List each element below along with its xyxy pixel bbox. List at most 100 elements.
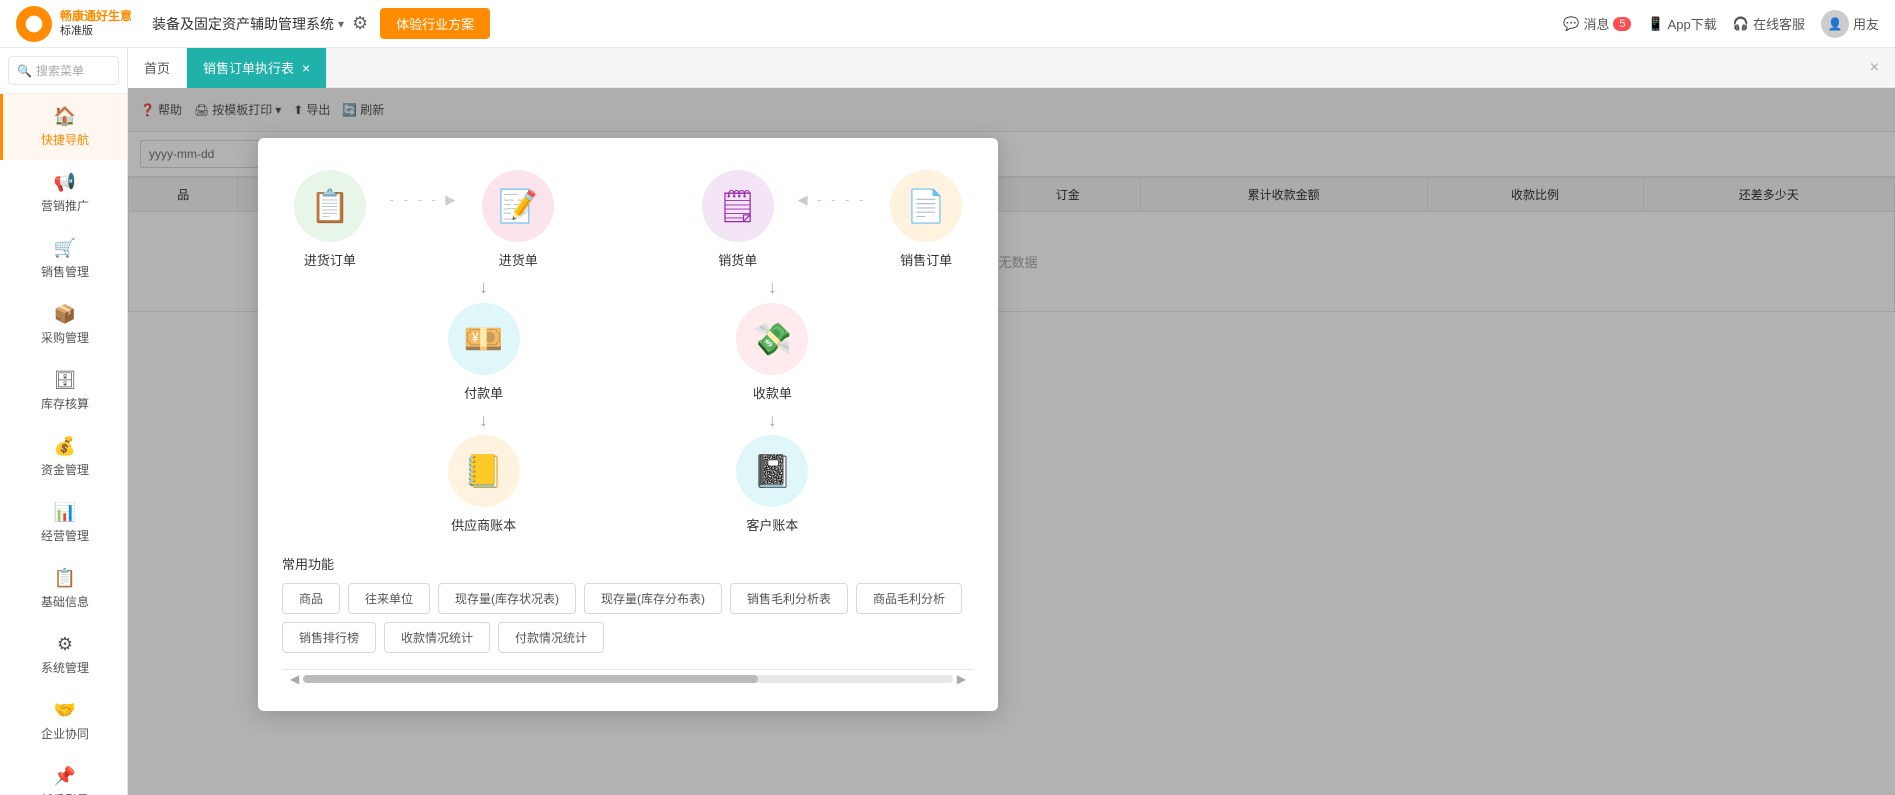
purchase-bill-icon: 📝 — [498, 187, 538, 225]
sidebar-icon-marketing: 📢 — [54, 172, 76, 193]
sidebar-item-finance[interactable]: 💰资金管理 — [0, 424, 127, 490]
receipt-bill-circle[interactable]: 💸 — [736, 303, 808, 375]
purchase-order-icon: 📋 — [310, 187, 350, 225]
sidebar-icon-newbie: 📌 — [54, 766, 76, 787]
sidebar-item-system[interactable]: ⚙系统管理 — [0, 622, 127, 688]
sidebar-item-operation[interactable]: 📊经营管理 — [0, 490, 127, 556]
sidebar-items: 🏠快捷导航📢营销推广🛒销售管理📦采购管理🗄库存核算💰资金管理📊经营管理📋基础信息… — [0, 94, 127, 795]
message-icon: 💬 — [1563, 16, 1579, 32]
user-profile-item[interactable]: 👤 用友 — [1821, 10, 1879, 38]
logo-area: 畅康通好生意 标准版 — [16, 6, 144, 42]
system-title-dropdown[interactable]: ▾ — [338, 17, 344, 31]
customer-account-label: 客户账本 — [746, 515, 798, 534]
tab-sales-order[interactable]: 销售订单执行表 × — [187, 48, 327, 88]
customer-account-icon: 📓 — [752, 452, 792, 490]
arrow-down-receipt: ↓ — [768, 277, 777, 299]
sidebar-icon-quick-nav: 🏠 — [54, 106, 76, 127]
tab-bar-close-button[interactable]: × — [1854, 59, 1895, 77]
common-buttons: 商品往来单位现存量(库存状况表) 现存量(库存分布表) 销售毛利分析表商品毛利分析销… — [282, 583, 974, 653]
common-btn-收款情况统计[interactable]: 收款情况统计 — [384, 622, 490, 653]
purchase-bill-circle[interactable]: 📝 — [482, 170, 554, 242]
settings-button[interactable]: ⚙ — [352, 13, 368, 34]
sidebar-icon-sales: 🛒 — [54, 238, 76, 259]
common-btn-付款情况统计[interactable]: 付款情况统计 — [498, 622, 604, 653]
common-btn-销售毛利分析表[interactable]: 销售毛利分析表 — [730, 583, 848, 614]
content-body: ❓ 帮助 🖨 按模板打印 ▾ ⬆ 导出 🔄 刷新 — [128, 88, 1895, 795]
flow-node-purchase-order[interactable]: 📋 进货订单 — [294, 170, 366, 269]
sidebar-item-enterprise[interactable]: 🤝企业协同 — [0, 688, 127, 754]
content-area: 首页销售订单执行表×× ❓ 帮助 🖨 按模板打印 ▾ ⬆ — [128, 48, 1895, 795]
purchase-order-label: 进货订单 — [304, 250, 356, 269]
arrow-down-payment: ↓ — [479, 277, 488, 299]
sidebar-item-purchase[interactable]: 📦采购管理 — [0, 292, 127, 358]
flow-modal: 📋 进货订单 - - - - ▶ 📝 — [258, 138, 998, 711]
top-right-bar: 💬 消息 5 📱 App下载 🎧 在线客服 👤 用友 — [1563, 10, 1879, 38]
common-btn-商品[interactable]: 商品 — [282, 583, 340, 614]
arrow-h2: ◀ - - - - — [798, 170, 867, 208]
sales-bill-label: 销货单 — [718, 250, 757, 269]
flow-node-sales-order[interactable]: 📄 销售订单 — [890, 170, 962, 269]
scroll-track — [303, 675, 953, 683]
common-btn-商品毛利分析[interactable]: 商品毛利分析 — [856, 583, 962, 614]
app-icon: 📱 — [1647, 16, 1663, 32]
common-functions-section: 常用功能 商品往来单位现存量(库存状况表) 现存量(库存分布表) 销售毛利分析表商品… — [282, 554, 974, 653]
sidebar-icon-operation: 📊 — [54, 502, 76, 523]
sales-bill-circle[interactable]: 🗒 — [702, 170, 774, 242]
arrow-h1: - - - - ▶ — [390, 170, 459, 208]
receipt-bill-label: 收款单 — [753, 383, 792, 402]
flow-node-payment-bill[interactable]: 💴 付款单 — [448, 303, 520, 402]
sidebar-item-sales[interactable]: 🛒销售管理 — [0, 226, 127, 292]
service-icon: 🎧 — [1733, 16, 1749, 32]
sales-order-circle[interactable]: 📄 — [890, 170, 962, 242]
tab-close-sales-order[interactable]: × — [302, 61, 310, 75]
sidebar-item-inventory[interactable]: 🗄库存核算 — [0, 358, 127, 424]
scroll-right-icon[interactable]: ▶ — [957, 672, 966, 686]
supplier-account-circle[interactable]: 📒 — [448, 435, 520, 507]
receipt-bill-icon: 💸 — [752, 320, 792, 358]
user-avatar: 👤 — [1821, 10, 1849, 38]
sidebar-item-quick-nav[interactable]: 🏠快捷导航 — [0, 94, 127, 160]
scroll-thumb[interactable] — [303, 675, 758, 683]
flow-node-supplier-account[interactable]: 📒 供应商账本 — [448, 435, 520, 534]
sidebar-icon-enterprise: 🤝 — [54, 700, 76, 721]
common-functions-title: 常用功能 — [282, 554, 974, 573]
payment-bill-label: 付款单 — [464, 383, 503, 402]
sidebar-icon-finance: 💰 — [54, 436, 76, 457]
customer-account-circle[interactable]: 📓 — [736, 435, 808, 507]
scroll-left-icon[interactable]: ◀ — [290, 672, 299, 686]
sidebar-icon-inventory: 🗄 — [54, 370, 77, 391]
sidebar-item-newbie[interactable]: 📌新手引导 — [0, 754, 127, 795]
payment-bill-circle[interactable]: 💴 — [448, 303, 520, 375]
message-badge: 5 — [1613, 17, 1631, 31]
experience-button[interactable]: 体验行业方案 — [380, 8, 490, 39]
sales-order-icon: 📄 — [906, 187, 946, 225]
flow-node-purchase-bill[interactable]: 📝 进货单 — [482, 170, 554, 269]
search-icon: 🔍 — [17, 64, 32, 78]
logo-text: 畅康通好生意 标准版 — [60, 9, 132, 39]
common-btn-现存量(库存状况表)[interactable]: 现存量(库存状况表) — [438, 583, 576, 614]
online-service-item[interactable]: 🎧 在线客服 — [1733, 14, 1805, 33]
purchase-order-circle[interactable]: 📋 — [294, 170, 366, 242]
supplier-account-label: 供应商账本 — [451, 515, 516, 534]
message-item[interactable]: 💬 消息 5 — [1563, 14, 1631, 33]
flow-node-receipt-bill[interactable]: 💸 收款单 — [736, 303, 808, 402]
scrollbar-area[interactable]: ◀ ▶ — [282, 669, 974, 687]
common-btn-往来单位[interactable]: 往来单位 — [348, 583, 430, 614]
sales-bill-icon: 🗒 — [717, 187, 758, 225]
common-btn-销售排行榜[interactable]: 销售排行榜 — [282, 622, 376, 653]
sidebar-item-marketing[interactable]: 📢营销推广 — [0, 160, 127, 226]
tab-home[interactable]: 首页 — [128, 48, 187, 88]
tab-label-home: 首页 — [144, 58, 170, 77]
arrow-down-customer: ↓ — [768, 410, 777, 432]
common-btn-现存量(库存分布表)[interactable]: 现存量(库存分布表) — [584, 583, 722, 614]
sidebar-item-basic-info[interactable]: 📋基础信息 — [0, 556, 127, 622]
app-download-item[interactable]: 📱 App下载 — [1647, 14, 1716, 33]
modal-overlay[interactable]: 📋 进货订单 - - - - ▶ 📝 — [128, 88, 1895, 795]
flow-node-customer-account[interactable]: 📓 客户账本 — [736, 435, 808, 534]
sidebar-icon-system: ⚙ — [57, 634, 73, 655]
sidebar-icon-basic-info: 📋 — [54, 568, 76, 589]
logo-icon — [16, 6, 52, 42]
search-menu-button[interactable]: 🔍 搜索菜单 — [8, 56, 119, 85]
flow-node-sales-bill[interactable]: 🗒 销货单 — [702, 170, 774, 269]
tab-label-sales-order: 销售订单执行表 — [203, 58, 294, 77]
